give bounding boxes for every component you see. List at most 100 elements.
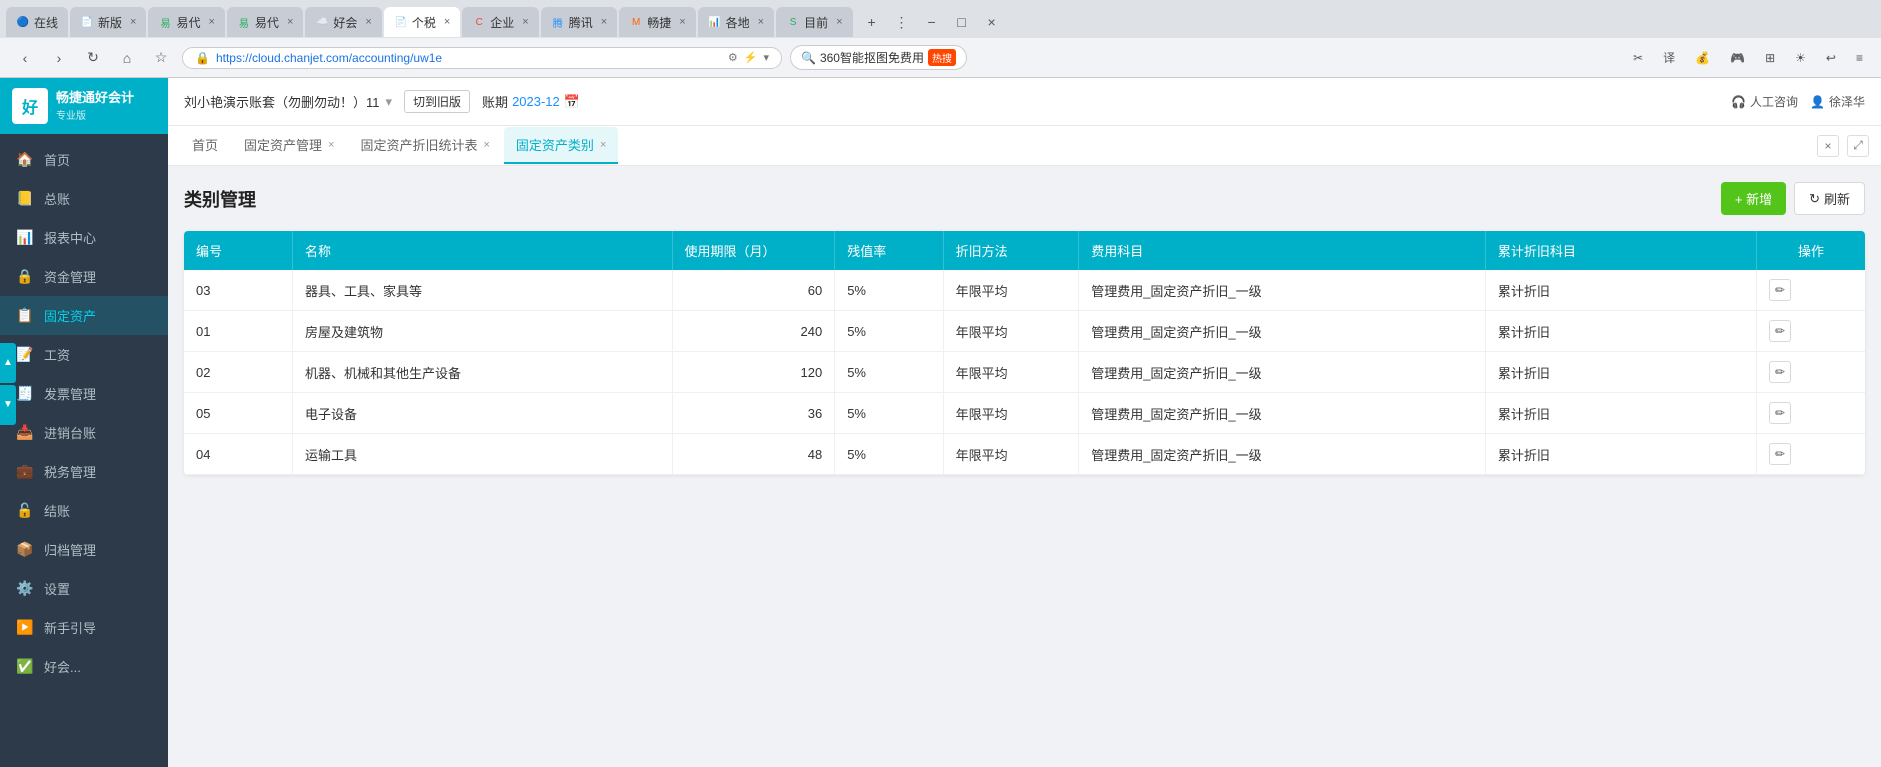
search-box[interactable]: 🔍 360智能抠图免费用 热搜 xyxy=(790,45,967,70)
switch-version-button[interactable]: 切到旧版 xyxy=(404,90,470,113)
user-profile-button[interactable]: 👤 徐泽华 xyxy=(1810,93,1865,110)
edit-button[interactable]: ✏ xyxy=(1769,279,1791,301)
tab-close-icon[interactable]: × xyxy=(287,16,293,28)
refresh-label: 刷新 xyxy=(1824,189,1850,208)
coin-button[interactable]: 💰 xyxy=(1689,49,1716,67)
row3-name: 机器、机械和其他生产设备 xyxy=(292,352,672,393)
refresh-button[interactable]: ↻ 刷新 xyxy=(1794,182,1865,215)
tab-more-button[interactable]: ⋮ xyxy=(889,9,915,35)
tab-label: 畅捷 xyxy=(647,14,671,31)
game-button[interactable]: 🎮 xyxy=(1724,49,1751,67)
expand-icon[interactable]: ▾ xyxy=(763,51,769,64)
cut-button[interactable]: ✂ xyxy=(1627,49,1649,67)
translate-button[interactable]: 译 xyxy=(1657,47,1681,68)
browser-tab-zaixin[interactable]: 🔵 在线 xyxy=(6,7,68,37)
undo-button[interactable]: ↩ xyxy=(1820,49,1842,67)
url-box[interactable]: 🔒 https://cloud.chanjet.com/accounting/u… xyxy=(182,47,782,69)
tab-fixed-assets-category[interactable]: 固定资产类别 × xyxy=(504,127,618,164)
tab-depreciation-stats[interactable]: 固定资产折旧统计表 × xyxy=(348,127,501,164)
tab-close-icon[interactable]: × xyxy=(679,16,685,28)
browser-tab-gedi[interactable]: 📊 各地 × xyxy=(698,7,774,37)
maximize-button[interactable]: □ xyxy=(949,9,975,35)
consult-button[interactable]: 🎧 人工咨询 xyxy=(1731,93,1798,110)
edit-button[interactable]: ✏ xyxy=(1769,361,1791,383)
add-button[interactable]: + 新增 xyxy=(1721,182,1786,215)
logo-sub: 专业版 xyxy=(56,107,134,122)
float-button-top[interactable]: ▲ xyxy=(0,343,16,383)
tab-close-icon[interactable]: × xyxy=(758,16,764,28)
tab-close-icon[interactable]: × xyxy=(365,16,371,28)
ssl-icon: 🔒 xyxy=(195,51,210,65)
grid-button[interactable]: ⊞ xyxy=(1759,49,1781,67)
sidebar-item-extra[interactable]: ✅ 好会... xyxy=(0,647,168,686)
sidebar-item-fixed-assets[interactable]: 📋 固定资产 xyxy=(0,296,168,335)
tab-close-icon[interactable]: × xyxy=(600,139,606,151)
reload-button[interactable]: ↻ xyxy=(80,45,106,71)
tab-close-icon[interactable]: × xyxy=(483,139,489,151)
sidebar-label-closing: 结账 xyxy=(44,501,70,520)
sidebar-item-general-ledger[interactable]: 📒 总账 xyxy=(0,179,168,218)
sidebar-item-invoice[interactable]: 🧾 发票管理 xyxy=(0,374,168,413)
user-label: 刘小艳演示账套（勿删勿动！）11 xyxy=(184,92,380,111)
forward-button[interactable]: › xyxy=(46,45,72,71)
sidebar-item-report-center[interactable]: 📊 报表中心 xyxy=(0,218,168,257)
tab-favicon: 📄 xyxy=(394,15,408,29)
sidebar-item-fund-mgmt[interactable]: 🔒 资金管理 xyxy=(0,257,168,296)
calendar-icon[interactable]: 📅 xyxy=(564,94,580,110)
browser-tab-xinban[interactable]: 📄 新版 × xyxy=(70,7,146,37)
search-icon: 🔍 xyxy=(801,51,816,65)
tab-close-icon[interactable]: × xyxy=(130,16,136,28)
tab-close-icon[interactable]: × xyxy=(208,16,214,28)
sidebar-item-home[interactable]: 🏠 首页 xyxy=(0,140,168,179)
browser-tab-haohui[interactable]: ☁️ 好会 × xyxy=(305,7,381,37)
sidebar: 好 畅捷通好会计 专业版 🏠 首页 📒 总账 📊 报表中心 🔒 资金管理 xyxy=(0,78,168,767)
edit-button[interactable]: ✏ xyxy=(1769,402,1791,424)
expand-panel-button[interactable]: ⤢ xyxy=(1847,135,1869,157)
close-panel-button[interactable]: × xyxy=(1817,135,1839,157)
tab-close-icon[interactable]: × xyxy=(328,139,334,151)
tab-fixed-assets-mgmt[interactable]: 固定资产管理 × xyxy=(232,127,346,164)
new-tab-button[interactable]: + xyxy=(859,9,885,35)
col-accumulated: 累计折旧科目 xyxy=(1485,231,1756,270)
sidebar-item-tax-mgmt[interactable]: 💼 税务管理 xyxy=(0,452,168,491)
tab-close-icon[interactable]: × xyxy=(522,16,528,28)
browser-tab-yidai2[interactable]: 易 易代 × xyxy=(227,7,303,37)
sidebar-item-purchase-sales[interactable]: 📥 进销台账 xyxy=(0,413,168,452)
browser-tab-yidai1[interactable]: 易 易代 × xyxy=(148,7,224,37)
site-info-icon[interactable]: ⚙ xyxy=(728,51,738,64)
tab-close-icon[interactable]: × xyxy=(444,16,450,28)
sidebar-item-closing[interactable]: 🔓 结账 xyxy=(0,491,168,530)
back-button[interactable]: ‹ xyxy=(12,45,38,71)
col-action: 操作 xyxy=(1757,231,1866,270)
sidebar-item-archive[interactable]: 📦 归档管理 xyxy=(0,530,168,569)
browser-tab-qiye[interactable]: C 企业 × xyxy=(462,7,538,37)
sidebar-label-report: 报表中心 xyxy=(44,228,96,247)
tab-favicon: 易 xyxy=(158,15,172,29)
browser-tab-muqian[interactable]: S 目前 × xyxy=(776,7,852,37)
bookmark-button[interactable]: ☆ xyxy=(148,45,174,71)
tab-home[interactable]: 首页 xyxy=(180,127,230,164)
sidebar-item-guide[interactable]: ▶️ 新手引导 xyxy=(0,608,168,647)
tax-icon: 💼 xyxy=(16,463,34,481)
home-button[interactable]: ⌂ xyxy=(114,45,140,71)
dropdown-icon[interactable]: ▾ xyxy=(386,94,393,110)
edit-button[interactable]: ✏ xyxy=(1769,443,1791,465)
tab-close-icon[interactable]: × xyxy=(601,16,607,28)
col-expense: 费用科目 xyxy=(1079,231,1486,270)
purchase-icon: 📥 xyxy=(16,424,34,442)
tab-close-icon[interactable]: × xyxy=(836,16,842,28)
browser-tab-changjie[interactable]: M 畅捷 × xyxy=(619,7,695,37)
menu-button[interactable]: ≡ xyxy=(1850,49,1869,67)
float-button-bottom[interactable]: ▼ xyxy=(0,385,16,425)
browser-tab-tengxun[interactable]: 腾 腾讯 × xyxy=(541,7,617,37)
minimize-button[interactable]: − xyxy=(919,9,945,35)
sidebar-item-settings[interactable]: ⚙️ 设置 xyxy=(0,569,168,608)
lightning-icon[interactable]: ⚡ xyxy=(744,51,758,64)
refresh-icon: ↻ xyxy=(1809,191,1820,207)
browser-tab-active[interactable]: 📄 个税 × xyxy=(384,7,460,37)
sidebar-item-salary[interactable]: 📝 工资 xyxy=(0,335,168,374)
edit-button[interactable]: ✏ xyxy=(1769,320,1791,342)
tab-label: 在线 xyxy=(34,14,58,31)
sun-button[interactable]: ☀ xyxy=(1789,49,1812,67)
close-window-button[interactable]: × xyxy=(979,9,1005,35)
